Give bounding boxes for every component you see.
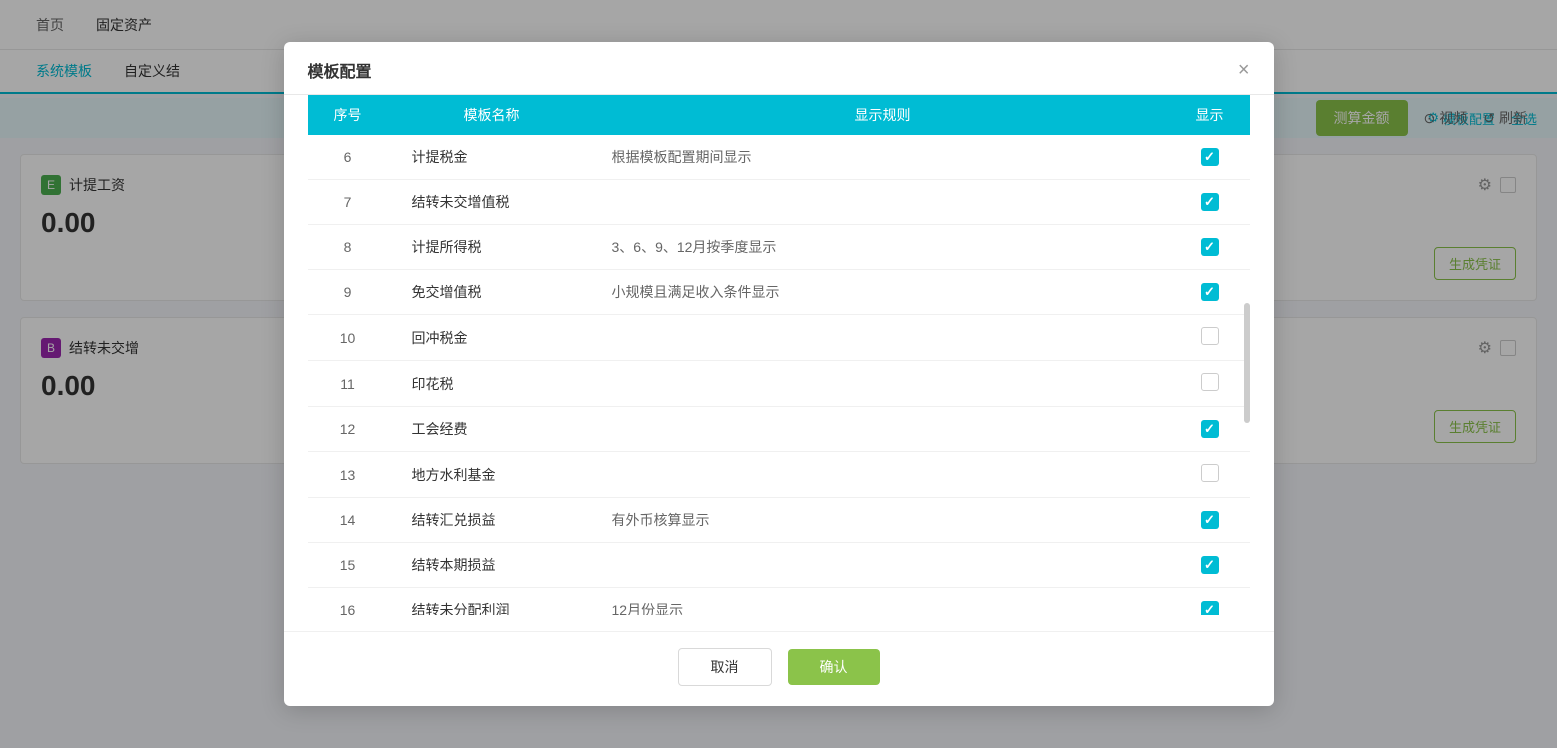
scroll-indicator [1244, 303, 1250, 423]
cell-name: 回冲税金 [388, 315, 588, 361]
cell-seq: 16 [308, 588, 388, 616]
table-header: 序号 模板名称 显示规则 显示 [308, 95, 1250, 135]
cell-name: 计提所得税 [388, 225, 588, 270]
col-seq: 序号 [308, 95, 388, 135]
template-config-modal: 模板配置 × 序号 模板名称 显示规则 显示 6计提税金根据模板配置期间显示7结… [284, 42, 1274, 706]
modal-title: 模板配置 [308, 58, 372, 82]
checkbox-row-3[interactable] [1201, 283, 1219, 301]
cell-name: 地方水利基金 [388, 452, 588, 498]
cell-rule [588, 361, 1170, 407]
cell-rule: 小规模且满足收入条件显示 [588, 270, 1170, 315]
confirm-button[interactable]: 确认 [788, 649, 880, 685]
cell-seq: 15 [308, 543, 388, 588]
table-row: 11印花税 [308, 361, 1250, 407]
cell-checkbox [1170, 180, 1250, 225]
cell-seq: 7 [308, 180, 388, 225]
cell-name: 结转汇兑损益 [388, 498, 588, 543]
modal-body: 序号 模板名称 显示规则 显示 6计提税金根据模板配置期间显示7结转未交增值税8… [284, 95, 1274, 631]
cell-seq: 6 [308, 135, 388, 180]
col-display: 显示 [1170, 95, 1250, 135]
table-row: 7结转未交增值税 [308, 180, 1250, 225]
cell-checkbox [1170, 407, 1250, 452]
modal-close-button[interactable]: × [1238, 60, 1250, 80]
modal-overlay: 模板配置 × 序号 模板名称 显示规则 显示 6计提税金根据模板配置期间显示7结… [0, 0, 1557, 748]
table-row: 8计提所得税3、6、9、12月按季度显示 [308, 225, 1250, 270]
cell-rule: 有外币核算显示 [588, 498, 1170, 543]
cell-seq: 14 [308, 498, 388, 543]
cell-rule [588, 315, 1170, 361]
table-row: 15结转本期损益 [308, 543, 1250, 588]
cell-name: 工会经费 [388, 407, 588, 452]
checkbox-row-7[interactable] [1201, 464, 1219, 482]
cell-seq: 10 [308, 315, 388, 361]
modal-footer: 取消 确认 [284, 631, 1274, 706]
cell-rule: 根据模板配置期间显示 [588, 135, 1170, 180]
modal-header: 模板配置 × [284, 42, 1274, 95]
cell-seq: 11 [308, 361, 388, 407]
cancel-button[interactable]: 取消 [678, 648, 772, 686]
cell-seq: 13 [308, 452, 388, 498]
checkbox-row-9[interactable] [1201, 556, 1219, 574]
cell-rule [588, 407, 1170, 452]
col-name: 模板名称 [388, 95, 588, 135]
cell-name: 结转未分配利润 [388, 588, 588, 616]
cell-name: 结转本期损益 [388, 543, 588, 588]
checkbox-row-0[interactable] [1201, 148, 1219, 166]
cell-name: 免交增值税 [388, 270, 588, 315]
checkbox-row-6[interactable] [1201, 420, 1219, 438]
table-row: 10回冲税金 [308, 315, 1250, 361]
cell-name: 计提税金 [388, 135, 588, 180]
cell-seq: 9 [308, 270, 388, 315]
table-row: 13地方水利基金 [308, 452, 1250, 498]
table-row: 14结转汇兑损益有外币核算显示 [308, 498, 1250, 543]
cell-checkbox [1170, 452, 1250, 498]
table-scroll-area[interactable]: 序号 模板名称 显示规则 显示 6计提税金根据模板配置期间显示7结转未交增值税8… [308, 95, 1250, 615]
cell-checkbox [1170, 225, 1250, 270]
table-body: 6计提税金根据模板配置期间显示7结转未交增值税8计提所得税3、6、9、12月按季… [308, 135, 1250, 615]
table-row: 16结转未分配利润12月份显示 [308, 588, 1250, 616]
cell-name: 结转未交增值税 [388, 180, 588, 225]
checkbox-row-8[interactable] [1201, 511, 1219, 529]
table-row: 9免交增值税小规模且满足收入条件显示 [308, 270, 1250, 315]
cell-name: 印花税 [388, 361, 588, 407]
checkbox-row-4[interactable] [1201, 327, 1219, 345]
table-row: 6计提税金根据模板配置期间显示 [308, 135, 1250, 180]
cell-checkbox [1170, 361, 1250, 407]
checkbox-row-1[interactable] [1201, 193, 1219, 211]
cell-checkbox [1170, 315, 1250, 361]
cell-rule: 12月份显示 [588, 588, 1170, 616]
col-rule: 显示规则 [588, 95, 1170, 135]
cell-checkbox [1170, 270, 1250, 315]
cell-checkbox [1170, 543, 1250, 588]
cell-rule [588, 543, 1170, 588]
cell-checkbox [1170, 498, 1250, 543]
checkbox-row-10[interactable] [1201, 601, 1219, 615]
cell-rule: 3、6、9、12月按季度显示 [588, 225, 1170, 270]
cell-checkbox [1170, 588, 1250, 616]
cell-checkbox [1170, 135, 1250, 180]
cell-rule [588, 452, 1170, 498]
config-table: 序号 模板名称 显示规则 显示 6计提税金根据模板配置期间显示7结转未交增值税8… [308, 95, 1250, 615]
cell-seq: 12 [308, 407, 388, 452]
cell-rule [588, 180, 1170, 225]
checkbox-row-2[interactable] [1201, 238, 1219, 256]
checkbox-row-5[interactable] [1201, 373, 1219, 391]
table-row: 12工会经费 [308, 407, 1250, 452]
cell-seq: 8 [308, 225, 388, 270]
